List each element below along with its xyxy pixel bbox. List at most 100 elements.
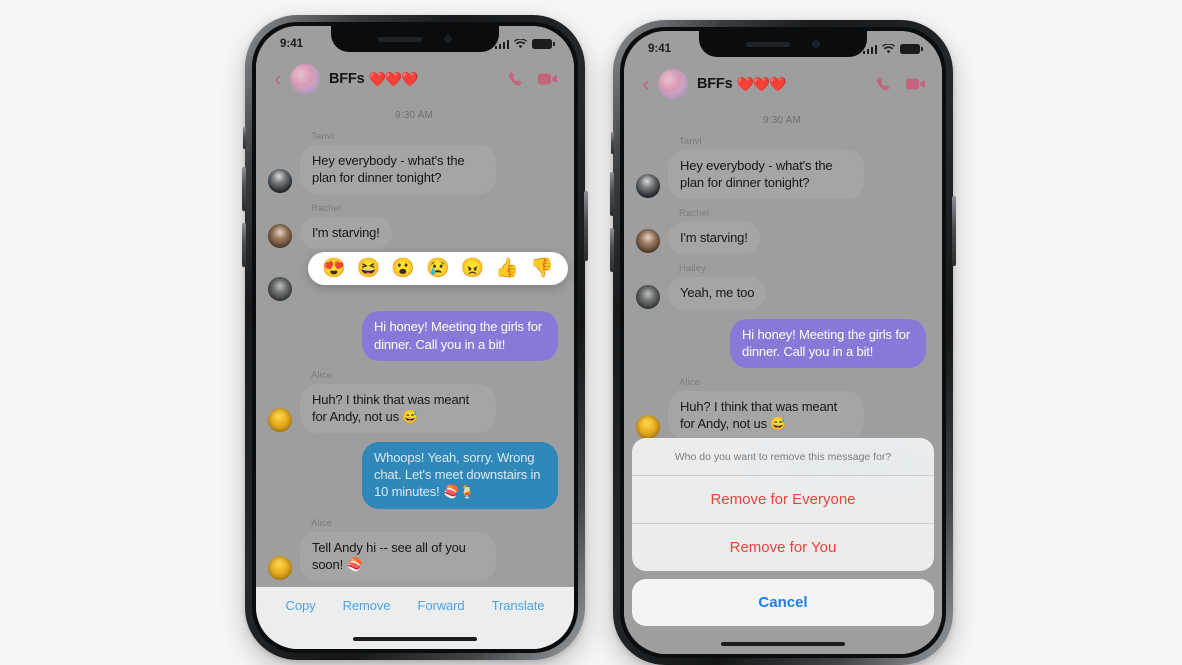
avatar-alice[interactable] bbox=[636, 415, 660, 440]
avatar-hailey[interactable] bbox=[636, 284, 660, 309]
earpiece-speaker bbox=[378, 36, 422, 42]
crying-emoji[interactable]: 😢 bbox=[426, 259, 450, 278]
message-row[interactable]: Huh? I think that was meant for Andy, no… bbox=[268, 383, 560, 434]
chat-title[interactable]: BFFs ❤️❤️❤️ bbox=[697, 75, 787, 93]
remove-message-sheet: Who do you want to remove this message f… bbox=[632, 438, 934, 571]
message-sender: Hailey bbox=[679, 263, 706, 275]
angry-emoji[interactable]: 😠 bbox=[461, 259, 485, 278]
front-camera-icon bbox=[444, 35, 452, 43]
group-avatar[interactable] bbox=[658, 69, 688, 99]
wifi-icon bbox=[514, 39, 527, 49]
phone-call-icon[interactable] bbox=[507, 71, 524, 88]
power-button[interactable] bbox=[952, 196, 956, 266]
avatar-hailey[interactable] bbox=[268, 277, 292, 302]
chat-title-text: BFFs bbox=[329, 71, 365, 87]
power-button[interactable] bbox=[584, 191, 588, 261]
message-row[interactable]: Hi honey! Meeting the girls for dinner. … bbox=[636, 318, 926, 368]
battery-icon bbox=[900, 44, 923, 54]
message-bubble[interactable]: Hi honey! Meeting the girls for dinner. … bbox=[730, 318, 926, 368]
phone-call-icon[interactable] bbox=[875, 76, 892, 93]
volume-up-button[interactable] bbox=[242, 167, 246, 211]
message-sender: Alice bbox=[679, 376, 701, 388]
chat-title[interactable]: BFFs ❤️❤️❤️ bbox=[329, 71, 419, 88]
back-chevron-icon[interactable]: ‹ bbox=[636, 73, 656, 95]
message-bubble[interactable]: Tell Andy hi -- see all of you soon! 🍣 bbox=[300, 531, 496, 581]
message-sender: Rachel bbox=[311, 203, 342, 215]
message-bubble[interactable]: Hi honey! Meeting the girls for dinner. … bbox=[362, 311, 558, 361]
notch bbox=[699, 31, 867, 57]
battery-icon bbox=[532, 39, 555, 49]
chat-title-hearts: ❤️❤️❤️ bbox=[736, 75, 786, 92]
message-sender: Tanvi bbox=[311, 131, 334, 142]
volume-down-button[interactable] bbox=[242, 223, 246, 267]
avatar-alice[interactable] bbox=[268, 555, 292, 580]
screenshot-stage: 9:41 ‹ BFFs ❤️❤️❤️ 9:30 AM Tanvi Hey eve… bbox=[0, 0, 1182, 665]
avatar-alice[interactable] bbox=[268, 408, 292, 433]
status-time: 9:41 bbox=[280, 38, 304, 50]
message-bubble[interactable]: I'm starving! bbox=[668, 222, 760, 255]
avatar-rachel[interactable] bbox=[636, 229, 660, 254]
surprised-emoji[interactable]: 😮 bbox=[391, 259, 415, 278]
message-bubble[interactable]: Huh? I think that was meant for Andy, no… bbox=[300, 383, 496, 434]
message-row[interactable]: Hey everybody - what's the plan for dinn… bbox=[636, 150, 928, 200]
heart-eyes-emoji[interactable]: 😍 bbox=[322, 259, 346, 278]
front-camera-icon bbox=[812, 40, 820, 48]
conversation-timestamp: 9:30 AM bbox=[762, 115, 802, 126]
message-sender: Tanvi bbox=[679, 136, 702, 147]
message-bubble[interactable]: Huh? I think that was meant for Andy, no… bbox=[668, 390, 864, 441]
video-camera-icon[interactable] bbox=[538, 72, 558, 86]
message-row[interactable]: I'm starving! bbox=[636, 222, 928, 255]
sheet-title: Who do you want to remove this message f… bbox=[674, 451, 892, 463]
laughing-emoji[interactable]: 😆 bbox=[357, 259, 381, 278]
remove-button[interactable]: Remove bbox=[343, 598, 391, 613]
volume-down-button[interactable] bbox=[610, 228, 614, 272]
message-row[interactable]: I'm starving! bbox=[268, 217, 560, 250]
status-indicators bbox=[494, 39, 555, 49]
screen-right: 9:41 ‹ BFFs ❤️❤️❤️ 9:30 AM Tanvi Hey eve… bbox=[624, 31, 942, 654]
translate-button[interactable]: Translate bbox=[492, 598, 545, 613]
remove-for-everyone-button[interactable]: Remove for Everyone bbox=[632, 475, 934, 523]
remove-for-you-button[interactable]: Remove for You bbox=[632, 523, 934, 571]
message-row[interactable]: Huh? I think that was meant for Andy, no… bbox=[636, 390, 928, 441]
home-indicator[interactable] bbox=[353, 636, 477, 641]
message-row[interactable]: Yeah, me too bbox=[636, 277, 928, 310]
group-avatar[interactable] bbox=[290, 64, 320, 94]
screen-left: 9:41 ‹ BFFs ❤️❤️❤️ 9:30 AM Tanvi Hey eve… bbox=[256, 26, 574, 649]
conversation-timestamp: 9:30 AM bbox=[394, 110, 434, 121]
message-bubble[interactable]: Yeah, me too bbox=[668, 277, 767, 310]
phone-device-right: 9:41 ‹ BFFs ❤️❤️❤️ 9:30 AM Tanvi Hey eve… bbox=[610, 20, 956, 665]
back-chevron-icon[interactable]: ‹ bbox=[268, 68, 288, 90]
volume-up-button[interactable] bbox=[610, 172, 614, 216]
message-sender: Alice bbox=[311, 369, 333, 381]
silent-switch[interactable] bbox=[611, 132, 614, 154]
message-bubble[interactable]: Hey everybody - what's the plan for dinn… bbox=[668, 150, 864, 200]
message-bubble[interactable]: Hey everybody - what's the plan for dinn… bbox=[300, 145, 496, 195]
thumbs-down-emoji[interactable]: 👎 bbox=[530, 259, 554, 278]
video-camera-icon[interactable] bbox=[906, 77, 926, 91]
silent-switch[interactable] bbox=[243, 127, 246, 149]
avatar-tanvi[interactable] bbox=[636, 174, 660, 199]
message-bubble[interactable]: I'm starving! bbox=[300, 217, 392, 250]
status-indicators bbox=[862, 44, 923, 54]
status-time: 9:41 bbox=[648, 43, 672, 55]
action-sheet-overlay: Who do you want to remove this message f… bbox=[624, 438, 942, 654]
avatar-tanvi[interactable] bbox=[268, 169, 292, 194]
chat-title-text: BFFs bbox=[697, 76, 733, 92]
message-list-left[interactable]: 9:30 AM Tanvi Hey everybody - what's the… bbox=[256, 102, 574, 649]
message-row[interactable]: Hi honey! Meeting the girls for dinner. … bbox=[268, 311, 558, 361]
notch bbox=[331, 26, 499, 52]
message-row-selected[interactable]: Whoops! Yeah, sorry. Wrong chat. Let's m… bbox=[268, 442, 558, 509]
cancel-button[interactable]: Cancel bbox=[632, 579, 934, 626]
forward-button[interactable]: Forward bbox=[418, 598, 465, 613]
chat-header-left: ‹ BFFs ❤️❤️❤️ bbox=[256, 56, 574, 102]
phone-bezel-right: 9:41 ‹ BFFs ❤️❤️❤️ 9:30 AM Tanvi Hey eve… bbox=[620, 27, 946, 658]
chat-header-right: ‹ BFFs ❤️❤️❤️ bbox=[624, 61, 942, 107]
copy-button[interactable]: Copy bbox=[286, 598, 316, 613]
avatar-rachel[interactable] bbox=[268, 224, 292, 249]
message-row[interactable]: Tell Andy hi -- see all of you soon! 🍣 bbox=[268, 531, 560, 581]
phone-device-left: 9:41 ‹ BFFs ❤️❤️❤️ 9:30 AM Tanvi Hey eve… bbox=[242, 15, 588, 660]
message-bubble[interactable]: Whoops! Yeah, sorry. Wrong chat. Let's m… bbox=[362, 442, 558, 509]
message-row[interactable]: Hey everybody - what's the plan for dinn… bbox=[268, 145, 560, 195]
emoji-reaction-bar[interactable]: 😍 😆 😮 😢 😠 👍 👎 bbox=[308, 252, 568, 285]
thumbs-up-emoji[interactable]: 👍 bbox=[495, 259, 519, 278]
